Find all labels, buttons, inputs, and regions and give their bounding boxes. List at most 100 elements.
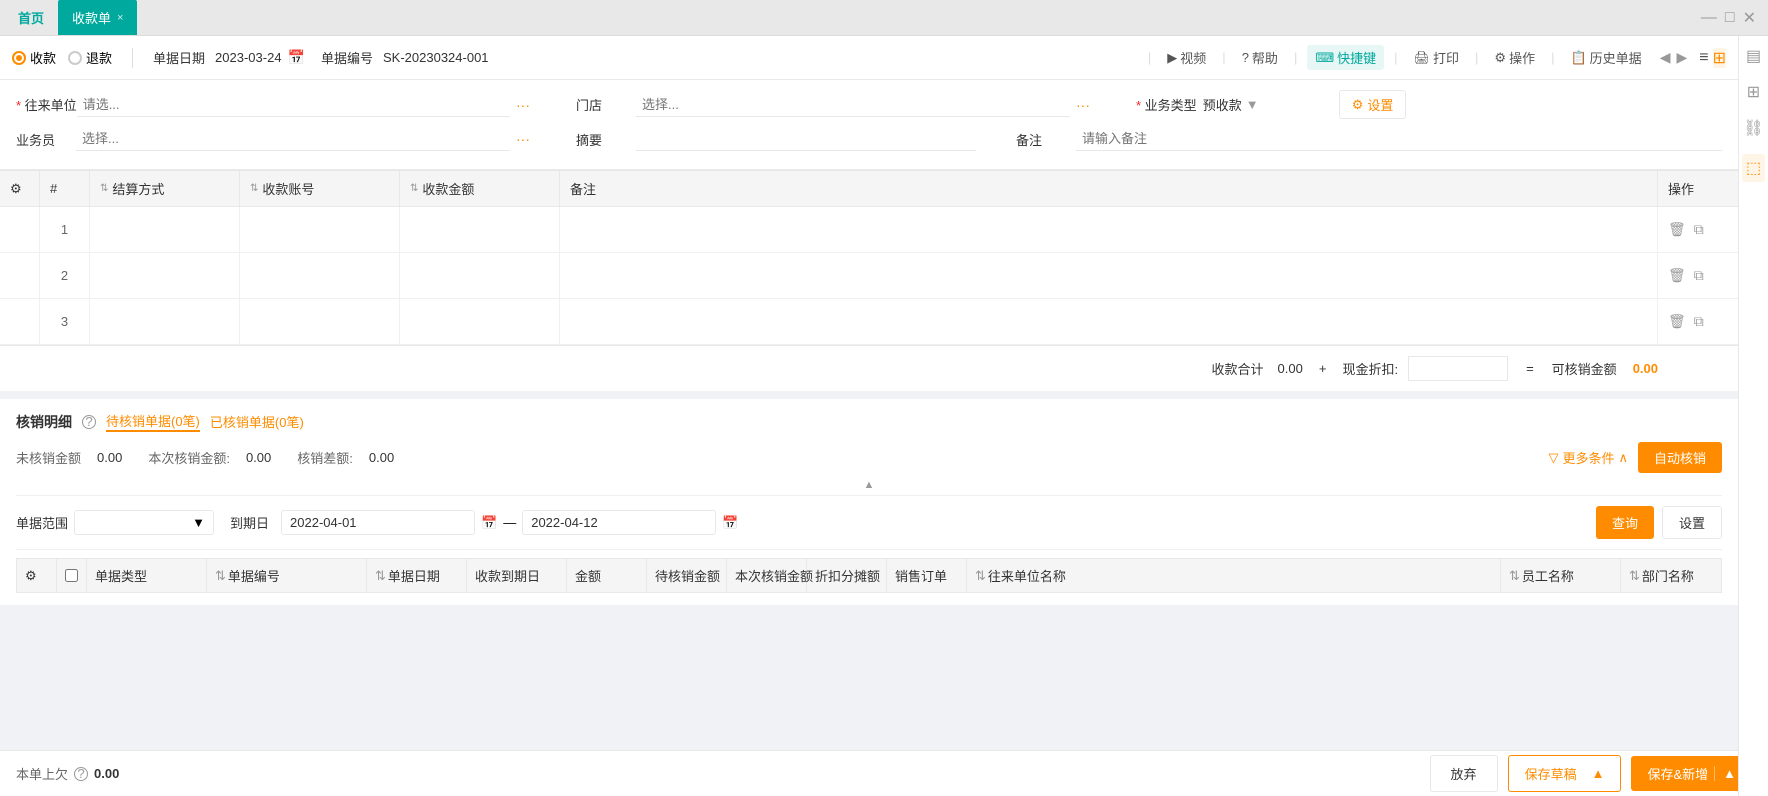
print-icon: 🖨 [1414,50,1431,66]
sub-table-header: ⚙ 单据类型 ⇅ 单据编号 ⇅ 单据日期 收款到期日 金额 [16,558,1722,593]
query-btn[interactable]: 查询 [1596,506,1654,539]
cal-from-icon[interactable]: 📅 [481,515,497,531]
td-remark-3[interactable] [560,299,1658,344]
btn-shortcut[interactable]: ⌨ 快捷键 [1307,45,1384,70]
summary-discount-input[interactable] [1408,356,1508,381]
th-settings[interactable]: ⚙ [0,171,40,206]
th-num-label: # [50,181,57,196]
window-close-icon[interactable]: ✕ [1743,8,1756,28]
partner-more-btn[interactable]: ··· [510,97,536,113]
sub-th-check[interactable] [57,559,87,592]
search-range-arrow-icon: ▼ [192,515,205,530]
partner-input[interactable] [77,93,510,117]
bottom-info-icon[interactable]: ? [74,767,88,781]
sub-settings-btn[interactable]: 设置 [1662,506,1722,539]
td-account-2[interactable] [240,253,400,298]
summary-label2: 现金折扣: [1342,359,1398,378]
view-list-icon[interactable]: ≡ [1699,49,1708,67]
sort-sub-num-icon: ⇅ [215,568,226,584]
radio-shoukuan[interactable]: 收款 [12,48,56,67]
delete-icon-2[interactable]: 🗑 [1668,267,1686,284]
nav-next-icon[interactable]: ▶ [1674,47,1689,68]
td-amount-3[interactable] [400,299,560,344]
sub-th-discount: 折扣分摊额 [807,559,887,592]
draft-arrow-icon[interactable]: ▲ [1583,766,1605,781]
save-btn[interactable]: 保存&新增 ▲ [1631,756,1752,791]
radio-tuikuan[interactable]: 退款 [68,48,112,67]
td-account-3[interactable] [240,299,400,344]
sidebar-expand-icon[interactable]: ⬚ [1742,154,1765,182]
sidebar-table-icon[interactable]: ▤ [1746,46,1761,66]
td-amount-1[interactable] [400,207,560,252]
btn-help[interactable]: ? 帮助 [1236,46,1284,69]
td-settle-1[interactable] [90,207,240,252]
action-btns-1: 🗑 ⧉ [1668,221,1704,238]
summary-plus: + [1319,361,1327,376]
sidebar-link-icon[interactable]: ⛓ [1743,118,1763,138]
window-minimize-icon[interactable]: — [1701,9,1717,27]
delete-icon-1[interactable]: 🗑 [1668,221,1686,238]
filter-more-btn[interactable]: ▽ 更多条件 ∧ [1548,448,1628,467]
td-remark-1[interactable] [560,207,1658,252]
th-remark: 备注 [560,171,1658,206]
staff-input[interactable] [76,127,510,151]
window-maximize-icon[interactable]: □ [1725,9,1735,27]
sep1 [132,48,133,68]
td-settle-2[interactable] [90,253,240,298]
td-amount-2[interactable] [400,253,560,298]
nav-prev-icon[interactable]: ◀ [1658,47,1673,68]
biz-type-select[interactable]: 预收款 ▼ [1203,95,1323,114]
stats-label1: 未核销金额 [16,448,81,467]
btn-print[interactable]: 🖨 打印 [1408,46,1466,69]
view-grid-icon[interactable]: ⊞ [1713,48,1726,68]
hexiao-tab2[interactable]: 已核销单据(0笔) [210,412,304,431]
history-icon: 📋 [1570,50,1586,66]
hexiao-info-icon[interactable]: ? [82,415,96,429]
sub-th-settings[interactable]: ⚙ [17,559,57,592]
td-settle-3[interactable] [90,299,240,344]
sub-th-type-label: 单据类型 [95,566,147,585]
store-input[interactable] [636,93,1070,117]
copy-icon-3[interactable]: ⧉ [1694,313,1704,330]
stats-label3: 核销差额: [297,448,353,467]
search-range-select[interactable]: ▼ [74,510,214,535]
summary-input[interactable] [636,127,976,151]
search-range-label: 单据范围 [16,513,68,532]
sub-th-date: ⇅ 单据日期 [367,559,467,592]
copy-icon-2[interactable]: ⧉ [1694,267,1704,284]
btn-video[interactable]: ▶ 视频 [1161,46,1212,69]
date-to-input[interactable] [522,510,716,535]
sub-check-all[interactable] [65,569,78,582]
delete-icon-3[interactable]: 🗑 [1668,313,1686,330]
date-from-input[interactable] [281,510,475,535]
btn-print-label: 打印 [1433,48,1459,67]
th-amount: ⇅ 收款金额 [400,171,560,206]
hexiao-tab1[interactable]: 待核销单据(0笔) [106,411,200,432]
cal-to-icon[interactable]: 📅 [722,515,738,531]
remark-input[interactable] [1076,127,1722,151]
draft-btn[interactable]: 保存草稿 ▲ [1508,755,1622,792]
td-remark-2[interactable] [560,253,1658,298]
copy-icon-1[interactable]: ⧉ [1694,221,1704,238]
sub-th-this-label: 本次核销金额 [735,566,813,585]
radio-tuikuan-label: 退款 [86,48,112,67]
sidebar-grid-icon[interactable]: ⊞ [1747,82,1760,102]
btn-action[interactable]: ⚙ 操作 [1488,46,1541,69]
discard-btn[interactable]: 放弃 [1430,755,1498,792]
td-action-2: 🗑 ⧉ [1658,253,1738,298]
auto-hexiao-btn[interactable]: 自动核销 [1638,442,1722,473]
tab-close-icon[interactable]: × [117,12,123,24]
calendar-icon[interactable]: 📅 [288,49,305,66]
btn-history[interactable]: 📋 历史单据 [1564,46,1647,69]
store-more-btn[interactable]: ··· [1070,97,1096,113]
staff-more-btn[interactable]: ··· [510,131,536,147]
bottom-left: 本单上欠 ? 0.00 [16,764,119,783]
tab-current[interactable]: 收款单 × [58,0,137,35]
save-arrow-icon[interactable]: ▲ [1714,766,1736,781]
form-settings-btn[interactable]: ⚙ 设置 [1339,90,1407,119]
sub-th-dept-label: 部门名称 [1642,566,1694,585]
tab-home[interactable]: 首页 [4,0,58,35]
td-account-1[interactable] [240,207,400,252]
bottom-bar: 本单上欠 ? 0.00 放弃 保存草稿 ▲ 保存&新增 ▲ [0,750,1768,796]
remark-label: 备注 [1016,130,1076,149]
